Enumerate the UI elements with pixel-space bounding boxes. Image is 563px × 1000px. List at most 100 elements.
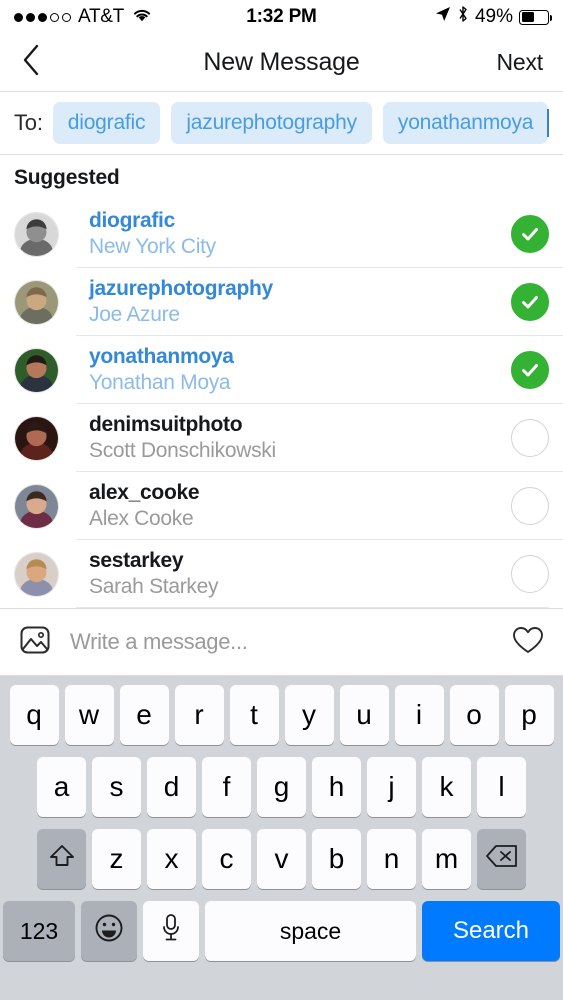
on-screen-keyboard: qwertyuiop asdfghjkl zxcvbnm 123 space S…	[0, 676, 563, 1000]
check-icon	[522, 228, 538, 241]
shift-key[interactable]	[37, 829, 86, 889]
unselected-circle[interactable]	[511, 555, 549, 593]
key-e[interactable]: e	[119, 685, 169, 745]
username-label: alex_cooke	[89, 481, 200, 505]
heart-outline-icon[interactable]	[511, 624, 545, 661]
signal-dot-empty	[50, 12, 59, 22]
key-t[interactable]: t	[229, 685, 279, 745]
key-v[interactable]: v	[257, 829, 306, 889]
signal-dot-filled	[26, 12, 35, 22]
status-bar-right: 49%	[435, 5, 552, 29]
emoji-key[interactable]	[81, 901, 137, 961]
fullname-label: New York City	[89, 234, 216, 258]
key-q[interactable]: q	[9, 685, 59, 745]
signal-strength-dots	[14, 12, 71, 22]
status-bar: AT&T 1:32 PM 49%	[0, 0, 563, 34]
username-label: diografic	[89, 209, 175, 233]
shift-arrow-icon	[47, 841, 77, 878]
key-n[interactable]: n	[367, 829, 416, 889]
keyboard-row-1: qwertyuiop	[0, 685, 563, 745]
suggested-user-row[interactable]: sestarkey Sarah Starkey	[0, 540, 563, 608]
fullname-label: Scott Donschikowski	[89, 438, 276, 462]
check-icon	[522, 364, 538, 377]
key-b[interactable]: b	[312, 829, 361, 889]
recipients-field[interactable]: To: diografic jazurephotography yonathanmo…	[0, 92, 563, 155]
backspace-icon	[485, 843, 519, 876]
key-o[interactable]: o	[449, 685, 499, 745]
fullname-label: Sarah Starkey	[89, 574, 219, 598]
suggested-header: Suggested	[0, 155, 563, 200]
recipient-chips: diografic jazurephotography yonathanmoya	[52, 102, 549, 144]
check-icon	[522, 296, 538, 309]
next-button[interactable]: Next	[497, 49, 544, 76]
key-x[interactable]: x	[147, 829, 196, 889]
user-text-block: yonathanmoya Yonathan Moya	[89, 345, 501, 394]
key-m[interactable]: m	[422, 829, 471, 889]
suggested-user-row[interactable]: denimsuitphoto Scott Donschikowski	[0, 404, 563, 472]
recipient-chip[interactable]: jazurephotography	[171, 102, 372, 144]
carrier-label: AT&T	[78, 6, 124, 27]
key-g[interactable]: g	[257, 757, 306, 817]
text-cursor	[546, 109, 549, 137]
username-label: jazurephotography	[89, 277, 273, 301]
suggested-user-row[interactable]: alex_cooke Alex Cooke	[0, 472, 563, 540]
message-input[interactable]: Write a message...	[70, 629, 493, 655]
key-z[interactable]: z	[92, 829, 141, 889]
fullname-label: Yonathan Moya	[89, 370, 231, 394]
back-button[interactable]	[20, 43, 54, 82]
key-l[interactable]: l	[477, 757, 526, 817]
message-input-bar: Write a message...	[0, 608, 563, 676]
key-i[interactable]: i	[394, 685, 444, 745]
recipient-chip[interactable]: diografic	[52, 102, 161, 144]
keyboard-letters-row-3: zxcvbnm	[92, 829, 471, 889]
location-arrow-icon	[435, 6, 451, 28]
key-p[interactable]: p	[504, 685, 554, 745]
key-w[interactable]: w	[64, 685, 114, 745]
suggested-user-row[interactable]: jazurephotography Joe Azure	[0, 268, 563, 336]
key-y[interactable]: y	[284, 685, 334, 745]
key-a[interactable]: a	[37, 757, 86, 817]
recipient-chip[interactable]: yonathanmoya	[382, 102, 549, 144]
key-j[interactable]: j	[367, 757, 416, 817]
search-key[interactable]: Search	[422, 901, 560, 961]
bluetooth-icon	[457, 5, 469, 29]
chevron-left-icon	[20, 43, 42, 82]
keyboard-row-3: zxcvbnm	[0, 829, 563, 889]
avatar	[14, 347, 59, 393]
page-title: New Message	[203, 48, 360, 76]
key-u[interactable]: u	[339, 685, 389, 745]
backspace-key[interactable]	[477, 829, 526, 889]
suggested-user-list: diografic New York City jazurephotography J…	[0, 200, 563, 608]
avatar	[14, 483, 59, 529]
microphone-icon	[159, 912, 183, 951]
key-r[interactable]: r	[174, 685, 224, 745]
selected-checkmark[interactable]	[511, 351, 549, 389]
space-key[interactable]: space	[205, 901, 416, 961]
selected-checkmark[interactable]	[511, 283, 549, 321]
key-f[interactable]: f	[202, 757, 251, 817]
key-h[interactable]: h	[312, 757, 361, 817]
suggested-user-row[interactable]: yonathanmoya Yonathan Moya	[0, 336, 563, 404]
key-k[interactable]: k	[422, 757, 471, 817]
user-text-block: jazurephotography Joe Azure	[89, 277, 501, 326]
status-bar-left: AT&T	[14, 6, 153, 29]
new-message-screen: AT&T 1:32 PM 49% New Message Next To: di…	[0, 0, 563, 1000]
avatar	[14, 211, 59, 257]
suggested-user-row[interactable]: diografic New York City	[0, 200, 563, 268]
numbers-key[interactable]: 123	[3, 901, 75, 961]
dictation-key[interactable]	[143, 901, 199, 961]
unselected-circle[interactable]	[511, 419, 549, 457]
signal-dot-empty	[62, 12, 71, 22]
fullname-label: Alex Cooke	[89, 506, 194, 530]
user-text-block: sestarkey Sarah Starkey	[89, 549, 501, 598]
key-s[interactable]: s	[92, 757, 141, 817]
selected-checkmark[interactable]	[511, 215, 549, 253]
unselected-circle[interactable]	[511, 487, 549, 525]
key-c[interactable]: c	[202, 829, 251, 889]
wifi-icon	[131, 6, 153, 29]
to-label: To:	[14, 110, 43, 135]
photo-library-icon[interactable]	[18, 623, 52, 662]
avatar	[14, 279, 59, 325]
signal-dot-filled	[38, 12, 47, 22]
key-d[interactable]: d	[147, 757, 196, 817]
